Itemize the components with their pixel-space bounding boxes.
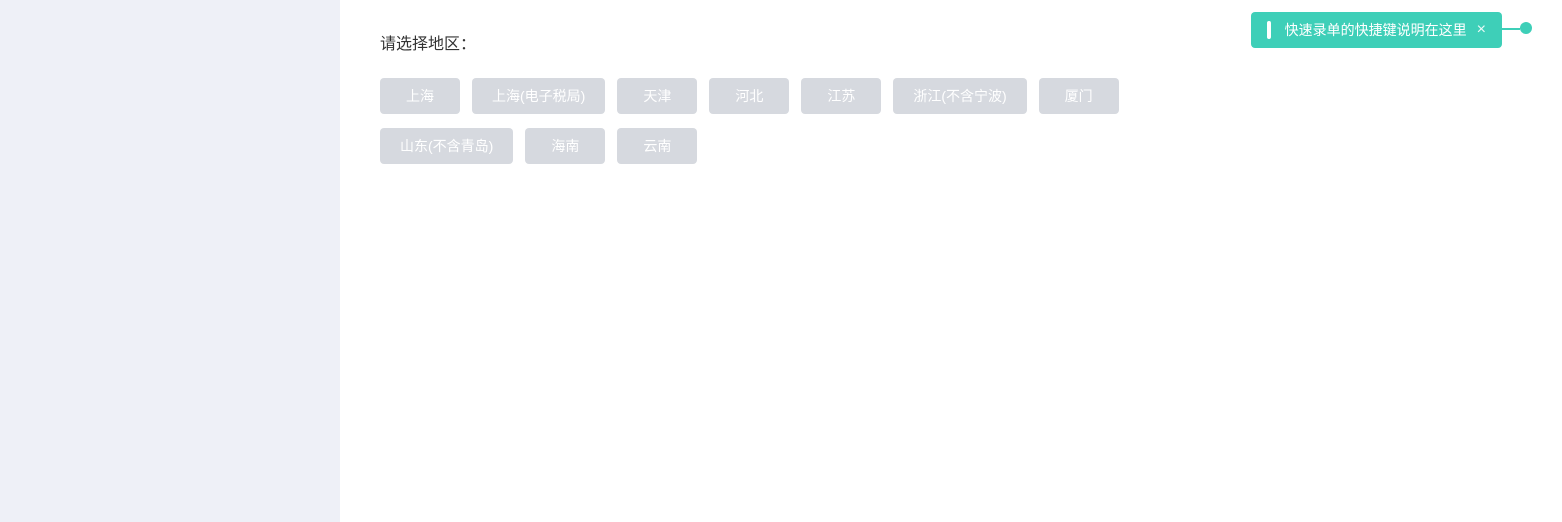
region-btn-tianjin[interactable]: 天津 bbox=[617, 78, 697, 114]
region-btn-shanghai[interactable]: 上海 bbox=[380, 78, 460, 114]
region-btn-jiangsu[interactable]: 江苏 bbox=[801, 78, 881, 114]
tooltip-connector bbox=[1502, 28, 1520, 30]
sidebar bbox=[0, 0, 340, 522]
tooltip-dot bbox=[1520, 22, 1532, 34]
region-btn-hainan[interactable]: 海南 bbox=[525, 128, 605, 164]
region-btn-hebei[interactable]: 河北 bbox=[709, 78, 789, 114]
region-btn-yunnan[interactable]: 云南 bbox=[617, 128, 697, 164]
region-btn-xiamen[interactable]: 厦门 bbox=[1039, 78, 1119, 114]
region-btn-shandong[interactable]: 山东(不含青岛) bbox=[380, 128, 513, 164]
region-row-2: 山东(不含青岛) 海南 云南 bbox=[380, 128, 1522, 164]
main-content: 请选择地区： 上海 上海(电子税局) 天津 河北 江苏 浙江(不含宁波) 厦门 … bbox=[340, 0, 1562, 522]
tooltip-accent bbox=[1267, 21, 1271, 39]
tooltip-bar: 快速录单的快捷键说明在这里 × bbox=[1251, 12, 1502, 48]
tooltip-close-button[interactable]: × bbox=[1477, 22, 1486, 38]
region-btn-zhejiang[interactable]: 浙江(不含宁波) bbox=[893, 78, 1026, 114]
tooltip-text: 快速录单的快捷键说明在这里 bbox=[1285, 20, 1467, 40]
region-row-1: 上海 上海(电子税局) 天津 河北 江苏 浙江(不含宁波) 厦门 bbox=[380, 78, 1522, 114]
region-btn-shanghai-etax[interactable]: 上海(电子税局) bbox=[472, 78, 605, 114]
